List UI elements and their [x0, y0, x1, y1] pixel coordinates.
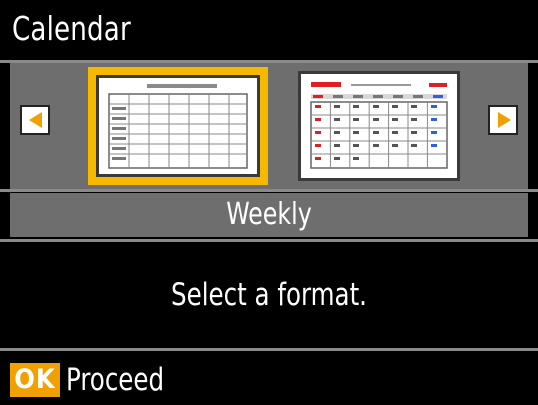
ok-button-icon[interactable]: OK: [10, 363, 60, 397]
left-arrow-icon: [29, 112, 42, 128]
divider: [0, 348, 538, 351]
footer-bar: OK Proceed: [0, 352, 538, 405]
selected-format-bar: Weekly: [10, 193, 528, 237]
proceed-label: Proceed: [66, 362, 165, 398]
divider: [0, 189, 538, 192]
right-arrow-icon: [498, 112, 511, 128]
instruction-message: Select a format.: [171, 277, 367, 313]
next-format-button[interactable]: [488, 105, 518, 135]
format-option-weekly[interactable]: [88, 67, 268, 185]
title-bar: Calendar: [0, 0, 538, 60]
monthly-calendar-icon: [301, 74, 457, 178]
prev-format-button[interactable]: [20, 105, 50, 135]
weekly-calendar-icon: [96, 75, 260, 177]
divider: [0, 239, 538, 242]
message-area: Select a format.: [0, 243, 538, 348]
lcd-screen: Calendar Weekly Select a format. OK Proc…: [0, 0, 538, 405]
format-option-monthly[interactable]: [298, 71, 460, 181]
page-title: Calendar: [12, 9, 131, 48]
selected-format-label: Weekly: [226, 197, 312, 232]
format-carousel: [10, 63, 528, 189]
